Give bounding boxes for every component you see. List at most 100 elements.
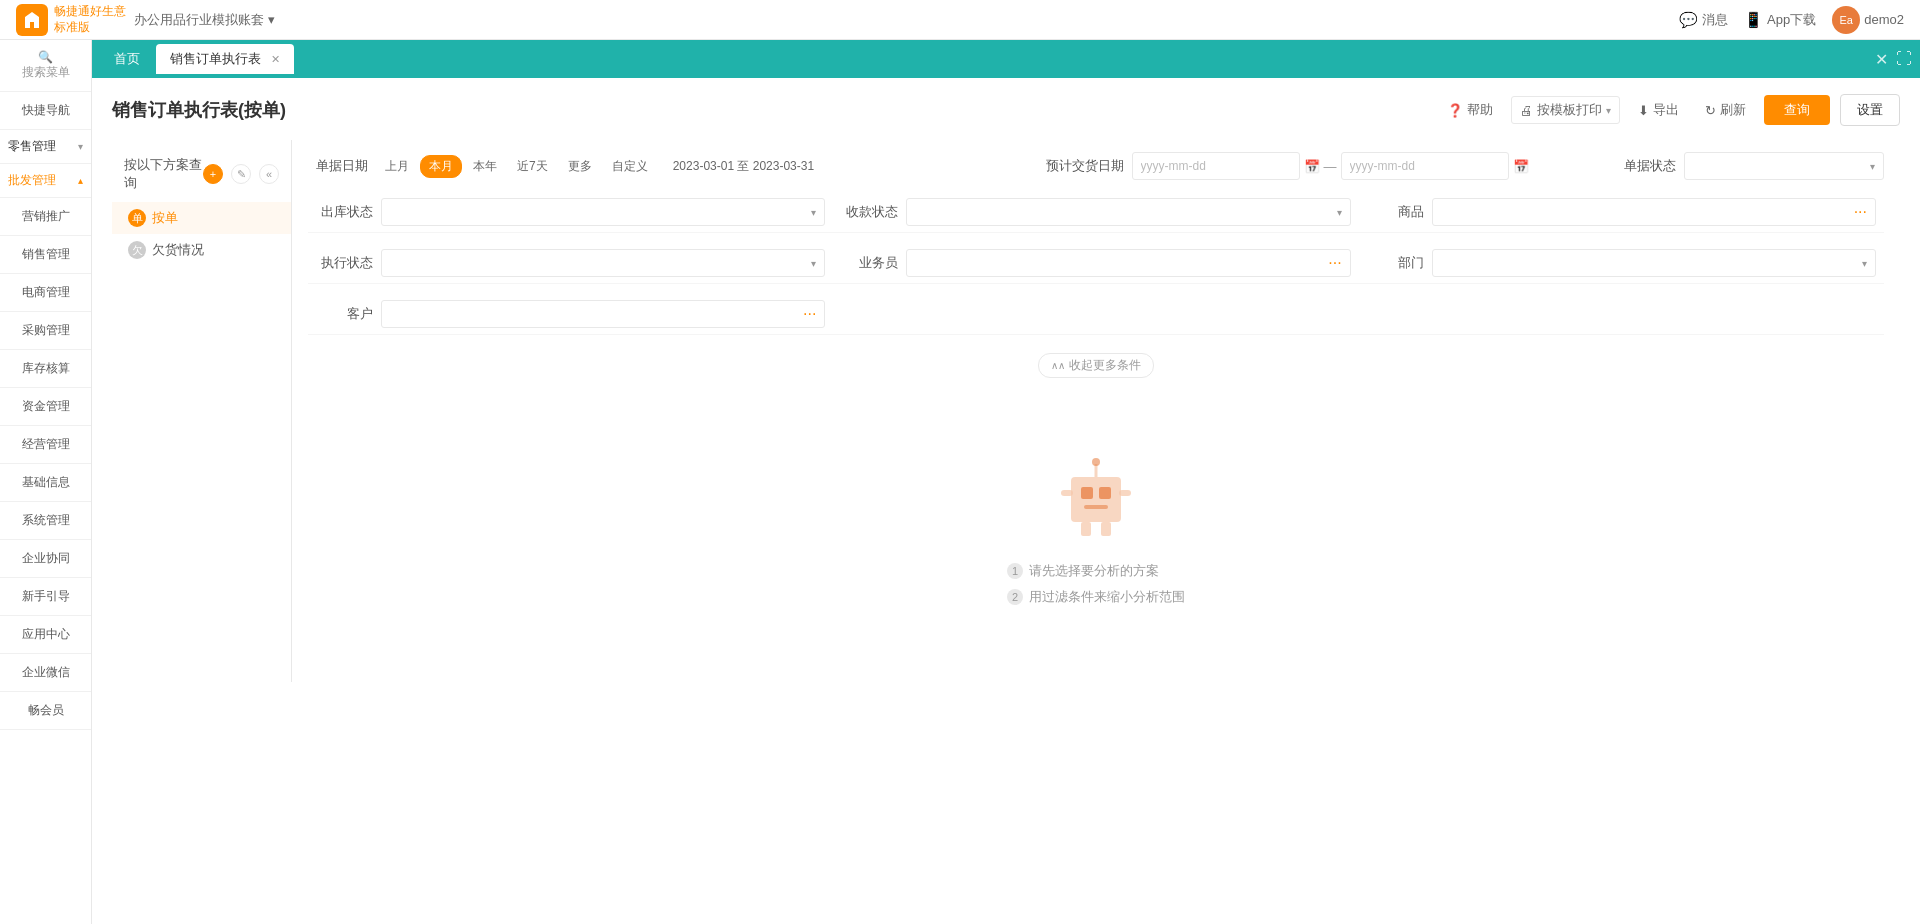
sidebar-item-corp-wechat[interactable]: 企业微信 — [0, 654, 91, 692]
sidebar-item-quick-nav[interactable]: 快捷导航 — [0, 92, 91, 130]
app-download-icon: 📱 — [1744, 11, 1763, 29]
department-select[interactable]: ▾ — [1432, 249, 1876, 277]
svg-rect-6 — [1081, 522, 1091, 536]
sidebar-item-purchase[interactable]: 采购管理 — [0, 312, 91, 350]
company-selector[interactable]: 办公用品行业模拟账套 ▾ — [134, 11, 275, 29]
salesperson-group: 业务员 ··· — [833, 243, 1358, 284]
svg-rect-1 — [1081, 487, 1093, 499]
sidebar: 🔍 搜索菜单 快捷导航 零售管理 ▾ 批发管理 ▴ 营销推广 销售管理 电商管理… — [0, 40, 92, 924]
salesperson-select[interactable]: ··· — [906, 249, 1350, 277]
sidebar-item-wholesale[interactable]: 批发管理 ▴ — [0, 164, 91, 198]
collapse-panel-btn[interactable]: « — [259, 164, 279, 184]
topbar: 畅捷通好生意 标准版 办公用品行业模拟账套 ▾ 💬 消息 📱 App下载 Ea … — [0, 0, 1920, 40]
collapse-filters-btn[interactable]: ∧∧ 收起更多条件 — [1038, 353, 1154, 378]
svg-point-9 — [1092, 458, 1100, 466]
delivery-status-select[interactable]: ▾ — [381, 198, 825, 226]
tab-close-icon[interactable]: ✕ — [271, 53, 280, 66]
date-calendar-end-icon[interactable]: 📅 — [1513, 159, 1529, 174]
sidebar-item-marketing[interactable]: 营销推广 — [0, 198, 91, 236]
add-scheme-btn[interactable]: + — [203, 164, 223, 184]
edit-scheme-btn[interactable]: ✎ — [231, 164, 251, 184]
delivery-date-start[interactable] — [1132, 152, 1300, 180]
period-this-month[interactable]: 本月 — [420, 155, 462, 178]
template-print-btn[interactable]: 🖨 按模板打印 ▾ — [1511, 96, 1620, 124]
sidebar-item-app-center[interactable]: 应用中心 — [0, 616, 91, 654]
payment-status-select[interactable]: ▾ — [906, 198, 1350, 226]
empty-tip-1: 1 请先选择要分析的方案 — [1007, 558, 1185, 584]
sidebar-item-finance[interactable]: 资金管理 — [0, 388, 91, 426]
collapse-up-icon: ∧∧ — [1051, 360, 1065, 371]
sidebar-item-enterprise[interactable]: 企业协同 — [0, 540, 91, 578]
sidebar-item-operations[interactable]: 经营管理 — [0, 426, 91, 464]
period-last7days[interactable]: 近7天 — [508, 155, 557, 178]
product-select[interactable]: ··· — [1432, 198, 1876, 226]
query-btn[interactable]: 查询 — [1764, 95, 1830, 125]
content-area: 首页 销售订单执行表 ✕ ✕ ⛶ 销售订单执行表(按单) ❓ — [92, 40, 1920, 924]
customer-group: 客户 ··· — [308, 294, 833, 335]
tab-maximize-icon[interactable]: ⛶ — [1896, 50, 1912, 68]
panel-item-by-debt[interactable]: 欠 欠货情况 — [112, 234, 291, 266]
date-range-text: 2023-03-01 至 2023-03-31 — [673, 158, 814, 175]
sidebar-item-sales[interactable]: 销售管理 — [0, 236, 91, 274]
delivery-date-end[interactable] — [1341, 152, 1509, 180]
user-profile[interactable]: Ea demo2 — [1832, 6, 1904, 34]
sidebar-item-vip[interactable]: 畅会员 — [0, 692, 91, 730]
page-content: 销售订单执行表(按单) ❓ 帮助 🖨 按模板打印 ▾ ⬇ — [92, 78, 1920, 924]
company-dropdown-icon: ▾ — [268, 12, 275, 27]
execution-status-group: 执行状态 ▾ — [308, 243, 833, 284]
settings-btn[interactable]: 设置 — [1840, 94, 1900, 126]
help-btn[interactable]: ❓ 帮助 — [1439, 97, 1501, 123]
product-dots-icon[interactable]: ··· — [1854, 203, 1867, 221]
topbar-left: 畅捷通好生意 标准版 办公用品行业模拟账套 ▾ — [16, 4, 275, 36]
delivery-status-group: 出库状态 ▾ — [308, 192, 833, 233]
sidebar-search[interactable]: 🔍 搜索菜单 — [0, 40, 91, 92]
empty-group-3 — [1359, 294, 1884, 335]
period-last-month[interactable]: 上月 — [376, 155, 418, 178]
period-this-year[interactable]: 本年 — [464, 155, 506, 178]
execution-status-chevron-icon: ▾ — [811, 258, 816, 269]
export-btn[interactable]: ⬇ 导出 — [1630, 97, 1687, 123]
sidebar-item-ecommerce[interactable]: 电商管理 — [0, 274, 91, 312]
sidebar-item-inventory[interactable]: 库存核算 — [0, 350, 91, 388]
message-btn[interactable]: 💬 消息 — [1679, 11, 1728, 29]
sidebar-item-retail[interactable]: 零售管理 ▾ — [0, 130, 91, 164]
layout-with-panel: 按以下方案查询 + ✎ « 单 按单 欠 — [112, 140, 1900, 682]
date-calendar-start-icon[interactable]: 📅 — [1304, 159, 1320, 174]
tab-bar-right: ✕ ⛶ — [1875, 50, 1912, 69]
tab-sales-exec[interactable]: 销售订单执行表 ✕ — [156, 44, 294, 74]
tab-close-window-icon[interactable]: ✕ — [1875, 50, 1888, 69]
tab-bar: 首页 销售订单执行表 ✕ ✕ ⛶ — [92, 40, 1920, 78]
payment-status-group: 收款状态 ▾ — [833, 192, 1358, 233]
customer-dots-icon[interactable]: ··· — [803, 305, 816, 323]
page-header: 销售订单执行表(按单) ❓ 帮助 🖨 按模板打印 ▾ ⬇ — [112, 94, 1900, 126]
period-more[interactable]: 更多 — [559, 155, 601, 178]
print-chevron-icon: ▾ — [1606, 105, 1611, 116]
app-download-btn[interactable]: 📱 App下载 — [1744, 11, 1816, 29]
svg-rect-0 — [1071, 477, 1121, 522]
order-icon: 单 — [128, 209, 146, 227]
salesperson-dots-icon[interactable]: ··· — [1328, 254, 1341, 272]
empty-illustration — [1046, 442, 1146, 542]
sidebar-item-system[interactable]: 系统管理 — [0, 502, 91, 540]
expected-delivery-date: 📅 — 📅 — [1132, 152, 1392, 180]
empty-group-2 — [833, 294, 1358, 335]
left-panel-header: 按以下方案查询 + ✎ « — [112, 150, 291, 202]
filter-row-3: 执行状态 ▾ 业务员 ··· — [308, 243, 1884, 284]
execution-status-select[interactable]: ▾ — [381, 249, 825, 277]
refresh-btn[interactable]: ↻ 刷新 — [1697, 97, 1754, 123]
bill-status-chevron-icon: ▾ — [1870, 161, 1875, 172]
panel-item-by-order[interactable]: 单 按单 — [112, 202, 291, 234]
delivery-status-chevron-icon: ▾ — [811, 207, 816, 218]
page-inner: 销售订单执行表(按单) ❓ 帮助 🖨 按模板打印 ▾ ⬇ — [92, 78, 1920, 924]
svg-rect-7 — [1101, 522, 1111, 536]
customer-select[interactable]: ··· — [381, 300, 825, 328]
tab-home[interactable]: 首页 — [100, 44, 154, 74]
period-custom[interactable]: 自定义 — [603, 155, 657, 178]
bill-status-select[interactable]: ▾ — [1684, 152, 1884, 180]
svg-rect-3 — [1084, 505, 1108, 509]
sidebar-item-basic[interactable]: 基础信息 — [0, 464, 91, 502]
wholesale-chevron-icon: ▴ — [78, 175, 83, 186]
refresh-icon: ↻ — [1705, 103, 1716, 118]
empty-tip-2: 2 用过滤条件来缩小分析范围 — [1007, 584, 1185, 610]
sidebar-item-newbie[interactable]: 新手引导 — [0, 578, 91, 616]
